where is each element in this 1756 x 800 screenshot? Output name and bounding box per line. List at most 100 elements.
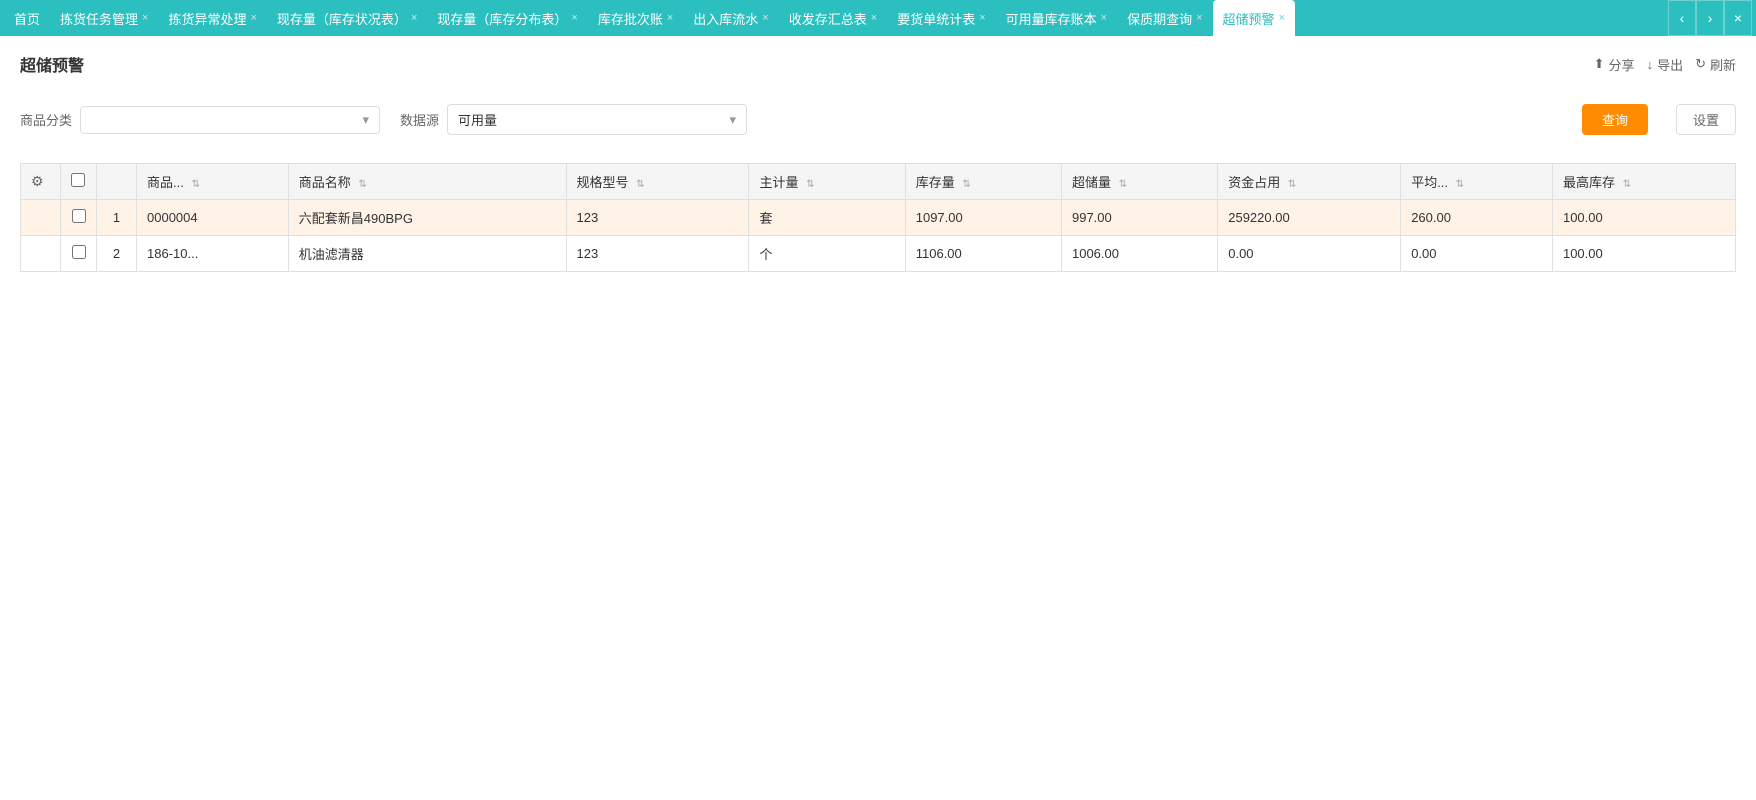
row-max: 100.00 [1552, 236, 1735, 272]
col-header-over: 超储量 ⇅ [1061, 164, 1217, 200]
row-spec: 123 [566, 236, 749, 272]
nav-item-2[interactable]: 拣货异常处理 × [158, 0, 266, 36]
row-num: 2 [97, 236, 137, 272]
close-icon[interactable]: × [871, 12, 877, 24]
nav-item-6[interactable]: 出入库流水 × [683, 0, 778, 36]
row-capital: 259220.00 [1218, 200, 1401, 236]
nav-item-7[interactable]: 收发存汇总表 × [779, 0, 887, 36]
close-icon[interactable]: × [142, 12, 148, 24]
export-icon: ↓ [1647, 57, 1654, 72]
share-icon: ⬆ [1594, 56, 1605, 72]
datasource-filter: 数据源 可用量 ▾ [400, 104, 747, 135]
close-icon[interactable]: × [250, 12, 256, 24]
gear-icon[interactable]: ⚙ [31, 173, 44, 189]
row-capital: 0.00 [1218, 236, 1401, 272]
sort-icon[interactable]: ⇅ [1623, 179, 1631, 190]
nav-item-9[interactable]: 可用量库存账本 × [996, 0, 1117, 36]
col-header-capital: 资金占用 ⇅ [1218, 164, 1401, 200]
close-icon[interactable]: × [1101, 12, 1107, 24]
row-gear-cell [21, 200, 61, 236]
refresh-button[interactable]: ↻ 刷新 [1695, 55, 1736, 74]
nav-item-1[interactable]: 拣货任务管理 × [50, 0, 158, 36]
col-header-spec: 规格型号 ⇅ [566, 164, 749, 200]
category-label: 商品分类 [20, 110, 72, 129]
close-icon[interactable]: × [667, 12, 673, 24]
page-header: 超储预警 ⬆ 分享 ↓ 导出 ↻ 刷新 [20, 52, 1736, 76]
page-title: 超储预警 [20, 52, 84, 76]
page-content: 超储预警 ⬆ 分享 ↓ 导出 ↻ 刷新 商品分类 ▾ 数据源 [0, 36, 1756, 288]
row-checkbox[interactable] [72, 209, 86, 223]
category-select[interactable]: ▾ [80, 106, 380, 134]
col-header-unit: 主计量 ⇅ [749, 164, 905, 200]
row-checkbox[interactable] [72, 245, 86, 259]
col-header-avg: 平均... ⇅ [1401, 164, 1553, 200]
nav-item-4[interactable]: 现存量（库存分布表） × [427, 0, 587, 36]
row-over: 1006.00 [1061, 236, 1217, 272]
close-icon[interactable]: × [762, 12, 768, 24]
table-row: 2 186-10... 机油滤清器 123 个 1106.00 1006.00 … [21, 236, 1736, 272]
col-header-stock: 库存量 ⇅ [905, 164, 1061, 200]
nav-arrow-right[interactable]: › [1696, 0, 1724, 36]
close-icon[interactable]: × [1196, 12, 1202, 24]
col-header-gear: ⚙ [21, 164, 61, 200]
row-name: 机油滤清器 [288, 236, 566, 272]
row-check-cell [61, 236, 97, 272]
data-table: ⚙ 商品... ⇅ 商品名称 ⇅ 规格型号 ⇅ [20, 163, 1736, 272]
col-header-code: 商品... ⇅ [137, 164, 289, 200]
datasource-select-value: 可用量 [458, 110, 497, 129]
nav-arrow-close[interactable]: × [1724, 0, 1752, 36]
select-all-checkbox[interactable] [71, 173, 85, 187]
datasource-select[interactable]: 可用量 ▾ [447, 104, 747, 135]
share-button[interactable]: ⬆ 分享 [1594, 55, 1635, 74]
row-stock: 1106.00 [905, 236, 1061, 272]
nav-item-8[interactable]: 要货单统计表 × [887, 0, 995, 36]
nav-arrows: ‹ › × [1668, 0, 1752, 36]
nav-bar: 首页 拣货任务管理 × 拣货异常处理 × 现存量（库存状况表） × 现存量（库存… [0, 0, 1756, 36]
sort-icon[interactable]: ⇅ [636, 179, 644, 190]
filter-bar: 商品分类 ▾ 数据源 可用量 ▾ 查询 设置 [20, 92, 1736, 147]
row-gear-cell [21, 236, 61, 272]
chevron-down-icon: ▾ [362, 112, 369, 128]
chevron-down-icon: ▾ [730, 112, 737, 128]
table-row: 1 0000004 六配套新昌490BPG 123 套 1097.00 997.… [21, 200, 1736, 236]
col-header-check [61, 164, 97, 200]
datasource-label: 数据源 [400, 110, 439, 129]
nav-item-home[interactable]: 首页 [4, 0, 50, 36]
sort-icon[interactable]: ⇅ [1456, 179, 1464, 190]
row-code: 0000004 [137, 200, 289, 236]
sort-icon[interactable]: ⇅ [358, 179, 366, 190]
export-button[interactable]: ↓ 导出 [1647, 55, 1684, 74]
nav-item-5[interactable]: 库存批次账 × [588, 0, 683, 36]
sort-icon[interactable]: ⇅ [1119, 179, 1127, 190]
col-header-name: 商品名称 ⇅ [288, 164, 566, 200]
settings-button[interactable]: 设置 [1676, 104, 1736, 135]
close-icon[interactable]: × [979, 12, 985, 24]
row-check-cell [61, 200, 97, 236]
sort-icon[interactable]: ⇅ [806, 179, 814, 190]
nav-arrow-left[interactable]: ‹ [1668, 0, 1696, 36]
row-code: 186-10... [137, 236, 289, 272]
row-num: 1 [97, 200, 137, 236]
close-icon[interactable]: × [411, 12, 417, 24]
sort-icon[interactable]: ⇅ [962, 179, 970, 190]
row-name: 六配套新昌490BPG [288, 200, 566, 236]
row-max: 100.00 [1552, 200, 1735, 236]
category-filter: 商品分类 ▾ [20, 106, 380, 134]
refresh-icon: ↻ [1695, 56, 1706, 72]
nav-item-3[interactable]: 现存量（库存状况表） × [267, 0, 427, 36]
row-over: 997.00 [1061, 200, 1217, 236]
col-header-max: 最高库存 ⇅ [1552, 164, 1735, 200]
nav-item-active[interactable]: 超储预警 × [1213, 0, 1295, 36]
col-header-num [97, 164, 137, 200]
row-unit: 套 [749, 200, 905, 236]
sort-icon[interactable]: ⇅ [1288, 179, 1296, 190]
row-stock: 1097.00 [905, 200, 1061, 236]
row-unit: 个 [749, 236, 905, 272]
row-avg: 0.00 [1401, 236, 1553, 272]
row-spec: 123 [566, 200, 749, 236]
query-button[interactable]: 查询 [1582, 104, 1648, 135]
nav-item-10[interactable]: 保质期查询 × [1117, 0, 1212, 36]
close-icon[interactable]: × [571, 12, 577, 24]
close-icon[interactable]: × [1279, 12, 1285, 24]
sort-icon[interactable]: ⇅ [191, 179, 199, 190]
